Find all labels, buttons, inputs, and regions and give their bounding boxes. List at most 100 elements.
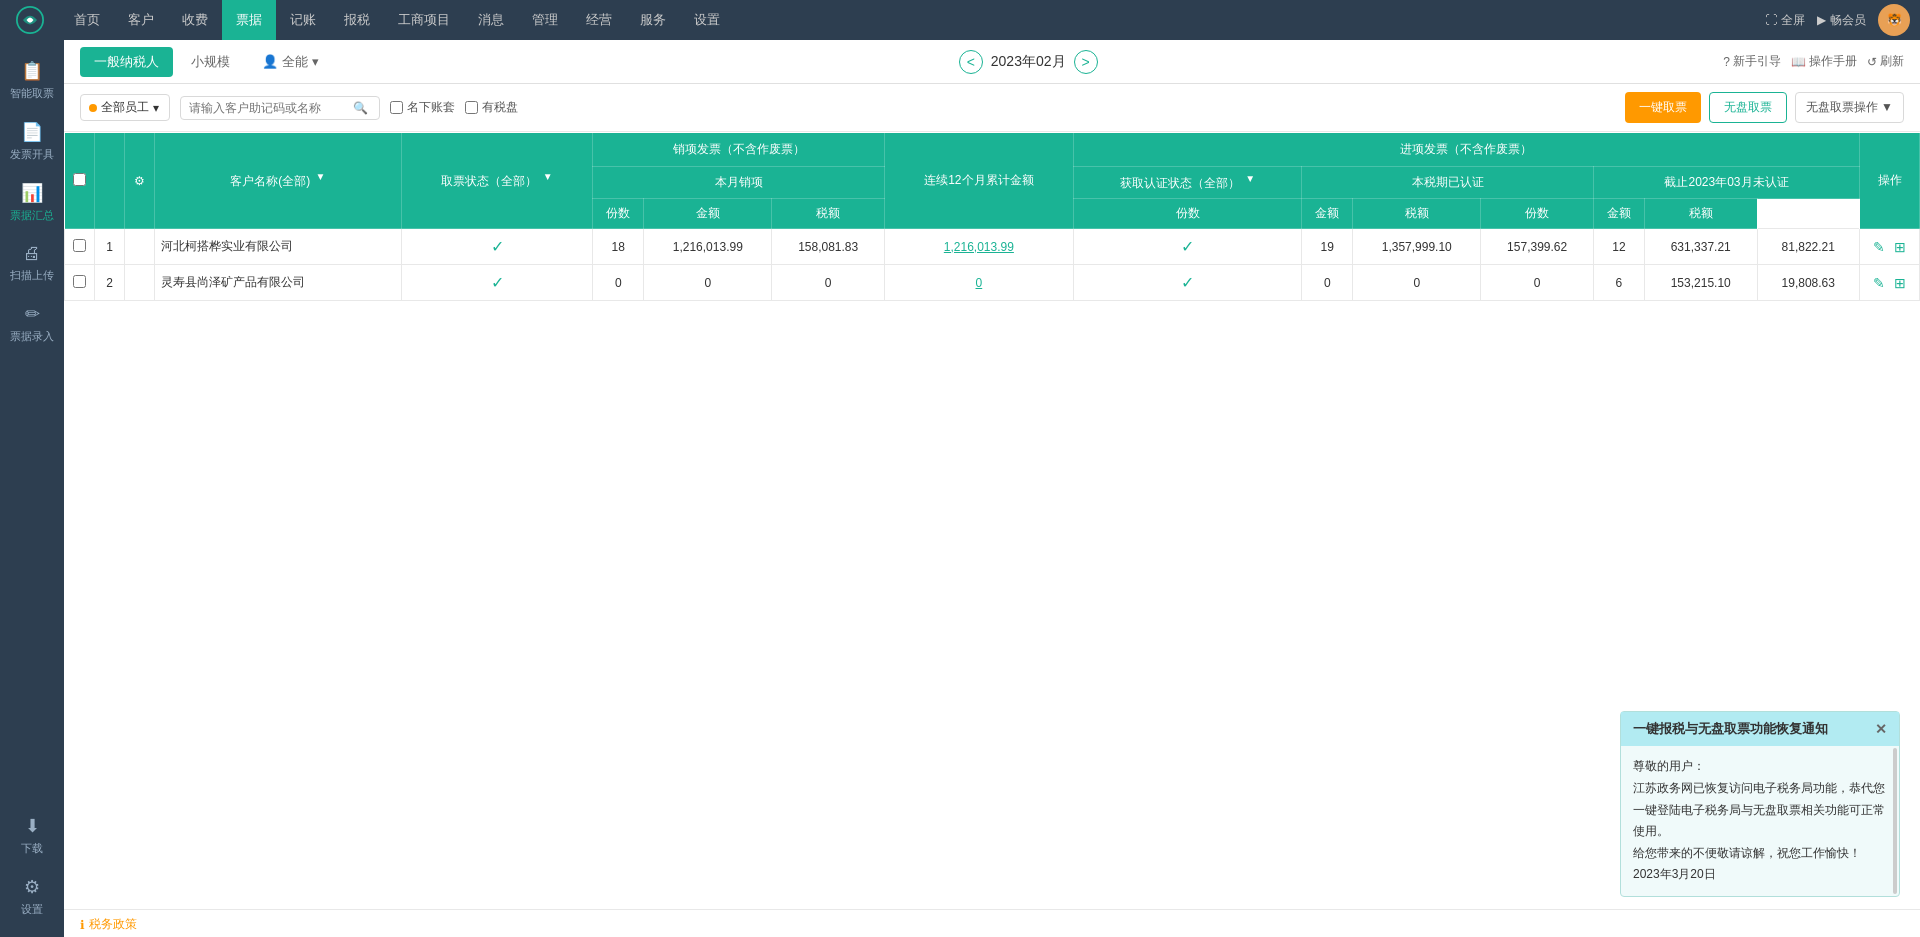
nav-home[interactable]: 首页 xyxy=(60,0,114,40)
invoice-table: ⚙ 客户名称(全部) ▼ 取票状态（全部） ▼ 销项发票（不含作废票） 连续12… xyxy=(64,132,1920,301)
th-uncert-tax: 税额 xyxy=(1644,199,1757,229)
row-purchase-uncert-count: 6 xyxy=(1593,265,1644,301)
table-row: 2 灵寿县尚泽矿产品有限公司 ✓ 0 0 0 0 ✓ 0 0 0 6 153,2… xyxy=(65,265,1920,301)
member-button[interactable]: ▶ 畅会员 xyxy=(1817,12,1866,29)
sidebar-label-invoice-open: 发票开具 xyxy=(10,147,54,162)
checkbox-sub-account-input[interactable] xyxy=(390,101,403,114)
sidebar-item-invoice-open[interactable]: 📄 发票开具 xyxy=(0,111,64,172)
no-disk-fetch-dropdown-button[interactable]: 无盘取票操作 ▼ xyxy=(1795,92,1904,123)
filter-customer-icon[interactable]: ▼ xyxy=(316,171,326,182)
th-index xyxy=(95,133,125,229)
smart-fetch-icon: 📋 xyxy=(21,60,43,82)
row-purchase-current-amount: 1,357,999.10 xyxy=(1353,229,1481,265)
employee-select[interactable]: 全部员工 ▾ xyxy=(80,94,170,121)
row-index: 2 xyxy=(95,265,125,301)
nav-service[interactable]: 服务 xyxy=(626,0,680,40)
tax-policy-label: 税务政策 xyxy=(89,916,137,933)
sidebar-label-config: 设置 xyxy=(21,902,43,917)
sidebar-label-smart-fetch: 智能取票 xyxy=(10,86,54,101)
copy-icon[interactable]: ⊞ xyxy=(1894,239,1906,255)
user-avatar[interactable]: 🐯 xyxy=(1878,4,1910,36)
sidebar-label-scan-upload: 扫描上传 xyxy=(10,268,54,283)
tab-small-scale[interactable]: 小规模 xyxy=(177,47,244,77)
download-icon: ⬇ xyxy=(25,815,40,837)
row-purchase-uncert-amount: 153,215.10 xyxy=(1644,265,1757,301)
notification-line: 江苏政务网已恢复访问电子税务局功能，恭代您一键登陆电子税务局与无盘取票相关功能可… xyxy=(1633,778,1887,843)
no-disk-fetch-button[interactable]: 无盘取票 xyxy=(1709,92,1787,123)
one-click-fetch-button[interactable]: 一键取票 xyxy=(1625,92,1701,123)
search-icon[interactable]: 🔍 xyxy=(353,101,368,115)
th-customer-name: 客户名称(全部) ▼ xyxy=(155,133,402,229)
nav-operation[interactable]: 经营 xyxy=(572,0,626,40)
th-uncert-amount: 金额 xyxy=(1593,199,1644,229)
th-purchase-tax: 税额 xyxy=(1353,199,1481,229)
nav-settings[interactable]: 设置 xyxy=(680,0,734,40)
edit-icon[interactable]: ✎ xyxy=(1873,239,1885,255)
tab-general-taxpayer-label: 一般纳税人 xyxy=(94,53,159,71)
checkbox-tax-disk[interactable]: 有税盘 xyxy=(465,99,518,116)
refresh-button[interactable]: ↺ 刷新 xyxy=(1867,53,1904,70)
top-navigation: 首页 客户 收费 票据 记账 报税 工商项目 消息 管理 经营 服务 设置 ⛶ … xyxy=(0,0,1920,40)
manual-button[interactable]: 📖 操作手册 xyxy=(1791,53,1857,70)
notification-line: 给您带来的不便敬请谅解，祝您工作愉快！ xyxy=(1633,843,1887,865)
filter-cancel-icon[interactable]: ▼ xyxy=(543,171,553,182)
employee-select-label: 全部员工 xyxy=(101,99,149,116)
checkbox-sub-account[interactable]: 名下账套 xyxy=(390,99,455,116)
sidebar-item-config[interactable]: ⚙ 设置 xyxy=(0,866,64,927)
th-current-certified: 本税期已认证 xyxy=(1302,167,1594,199)
sidebar-item-smart-fetch[interactable]: 📋 智能取票 xyxy=(0,50,64,111)
sidebar-item-invoice-entry[interactable]: ✏ 票据录入 xyxy=(0,293,64,354)
tab-general-taxpayer[interactable]: 一般纳税人 xyxy=(80,47,173,77)
nav-message[interactable]: 消息 xyxy=(464,0,518,40)
th-sales-amount: 金额 xyxy=(644,199,772,229)
row-purchase-current-count: 0 xyxy=(1302,265,1353,301)
row-certify-status: ✓ xyxy=(1073,265,1302,301)
table-body: 1 河北柯搭桦实业有限公司 ✓ 18 1,216,013.99 158,081.… xyxy=(65,229,1920,301)
filter-certify-icon[interactable]: ▼ xyxy=(1245,173,1255,184)
sidebar-item-invoice-summary[interactable]: 📊 票据汇总 xyxy=(0,172,64,233)
nav-customer[interactable]: 客户 xyxy=(114,0,168,40)
notification-popup: 一键报税与无盘取票功能恢复通知 ✕ 尊敬的用户：江苏政务网已恢复访问电子税务局功… xyxy=(1620,711,1900,897)
notification-content: 尊敬的用户：江苏政务网已恢复访问电子税务局功能，恭代您一键登陆电子税务局与无盘取… xyxy=(1633,756,1887,886)
sidebar-label-download: 下载 xyxy=(21,841,43,856)
notification-title: 一键报税与无盘取票功能恢复通知 xyxy=(1633,720,1828,738)
checkbox-tax-disk-input[interactable] xyxy=(465,101,478,114)
notification-body: 尊敬的用户：江苏政务网已恢复访问电子税务局功能，恭代您一键登陆电子税务局与无盘取… xyxy=(1621,746,1899,896)
fullscreen-button[interactable]: ⛶ 全屏 xyxy=(1765,12,1805,29)
th-uncert-count: 份数 xyxy=(1481,199,1594,229)
tab-all-label: 全能 xyxy=(282,53,308,71)
info-icon: ℹ xyxy=(80,918,85,932)
tax-policy-link[interactable]: ℹ 税务政策 xyxy=(80,916,137,933)
tab-all[interactable]: 👤 全能 ▾ xyxy=(248,47,333,77)
nav-invoice[interactable]: 票据 xyxy=(222,0,276,40)
notification-close-button[interactable]: ✕ xyxy=(1875,721,1887,737)
date-next-button[interactable]: > xyxy=(1074,50,1098,74)
bottom-bar: ℹ 税务政策 xyxy=(64,909,1920,937)
sidebar-item-download[interactable]: ⬇ 下载 xyxy=(0,805,64,866)
notification-scrollbar[interactable] xyxy=(1893,748,1897,894)
tab-all-icon: 👤 xyxy=(262,54,278,69)
row-accumulated: 0 xyxy=(885,265,1074,301)
logo[interactable] xyxy=(10,0,50,40)
toolbar-buttons: 一键取票 无盘取票 无盘取票操作 ▼ xyxy=(1625,92,1904,123)
notification-line: 尊敬的用户： xyxy=(1633,756,1887,778)
fullscreen-label: 全屏 xyxy=(1781,12,1805,29)
edit-icon[interactable]: ✎ xyxy=(1873,275,1885,291)
sidebar-item-scan-upload[interactable]: 🖨 扫描上传 xyxy=(0,233,64,293)
nav-tax[interactable]: 报税 xyxy=(330,0,384,40)
new-guide-button[interactable]: ? 新手引导 xyxy=(1723,53,1781,70)
nav-accounting[interactable]: 记账 xyxy=(276,0,330,40)
select-all-checkbox[interactable] xyxy=(73,173,86,186)
nav-business[interactable]: 工商项目 xyxy=(384,0,464,40)
date-display: 2023年02月 xyxy=(991,53,1066,71)
date-prev-button[interactable]: < xyxy=(959,50,983,74)
sidebar: 📋 智能取票 📄 发票开具 📊 票据汇总 🖨 扫描上传 ✏ 票据录入 ⬇ 下载 … xyxy=(0,40,64,937)
th-month-sales: 本月销项 xyxy=(593,167,885,199)
copy-icon[interactable]: ⊞ xyxy=(1894,275,1906,291)
row-purchase-current-count: 19 xyxy=(1302,229,1353,265)
row-checkbox[interactable] xyxy=(65,265,95,301)
nav-management[interactable]: 管理 xyxy=(518,0,572,40)
search-input[interactable] xyxy=(189,101,349,115)
nav-fee[interactable]: 收费 xyxy=(168,0,222,40)
row-checkbox[interactable] xyxy=(65,229,95,265)
